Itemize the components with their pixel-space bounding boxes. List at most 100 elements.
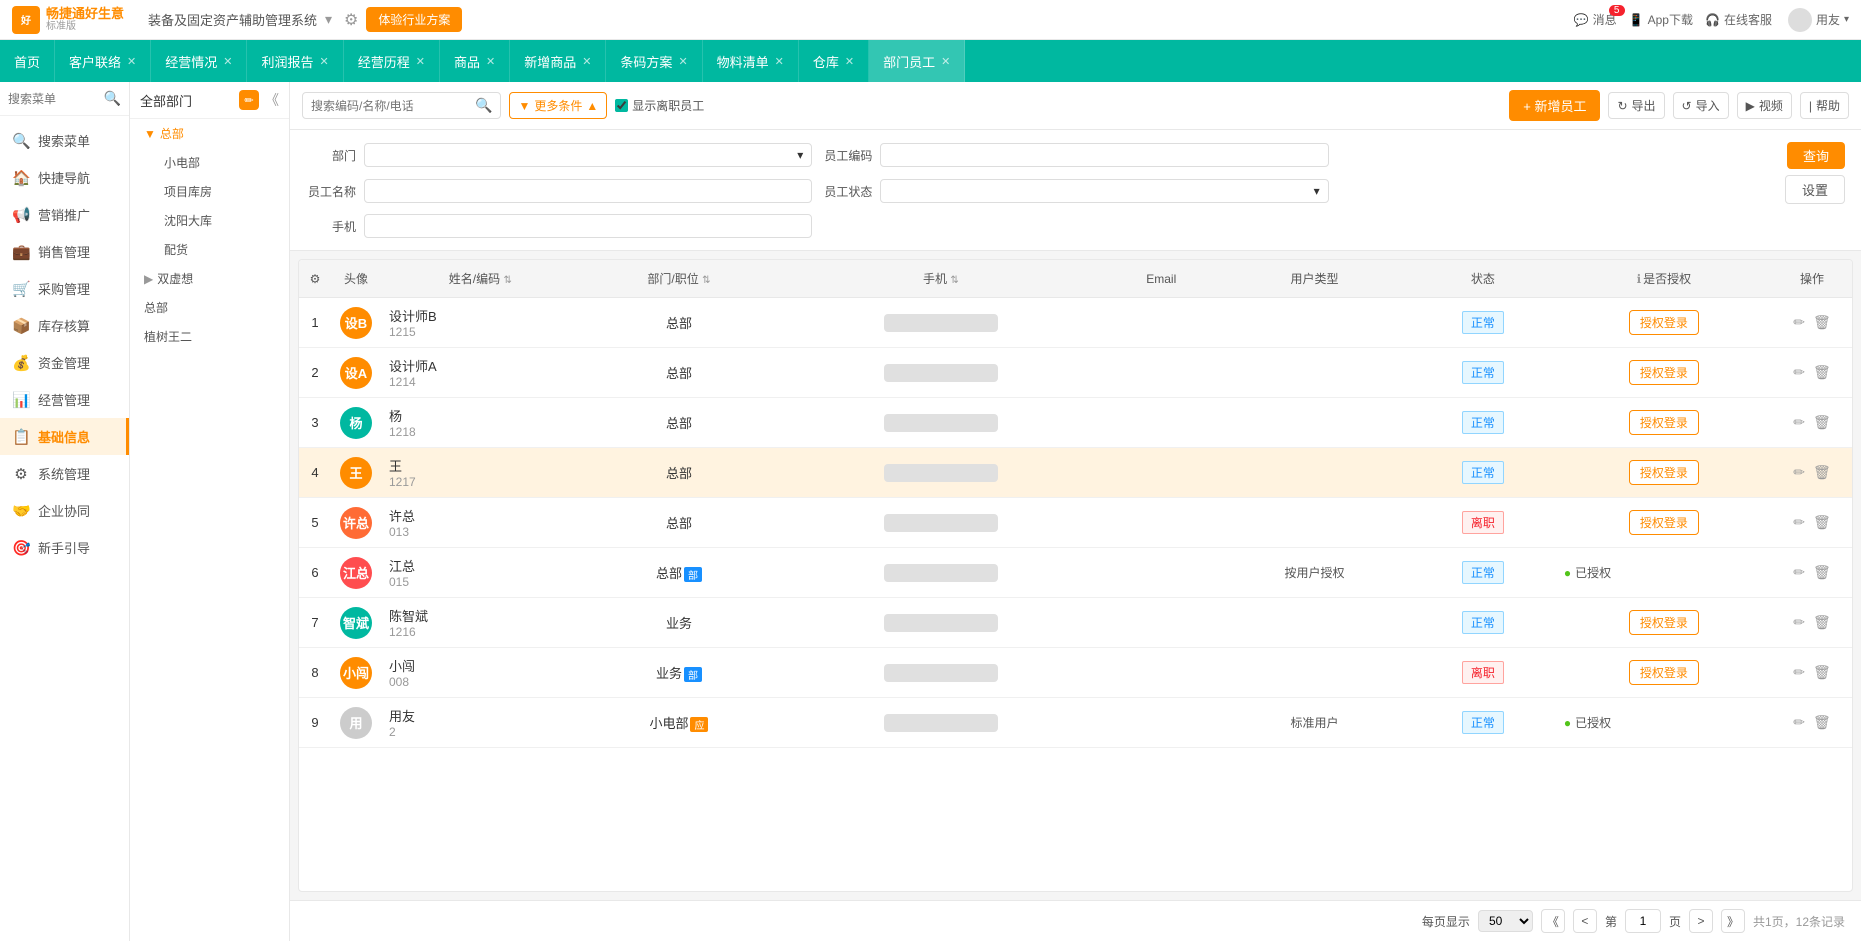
search-input[interactable] xyxy=(311,99,471,113)
status-filter-select[interactable]: ▾ xyxy=(880,179,1328,203)
nav-tab-goods[interactable]: 商品 ✕ xyxy=(440,40,510,82)
sidebar-search-input[interactable] xyxy=(8,92,100,106)
edit-icon[interactable]: ✏ xyxy=(1793,464,1805,481)
delete-icon[interactable]: 🗑 xyxy=(1813,714,1831,731)
goods-tab-close[interactable]: ✕ xyxy=(486,55,495,68)
bom-tab-close[interactable]: ✕ xyxy=(775,55,784,68)
phone-input[interactable] xyxy=(364,214,812,238)
show-resigned-checkbox-wrap[interactable]: 显示离职员工 xyxy=(615,97,704,114)
page-input[interactable] xyxy=(1625,909,1661,933)
nav-tab-profit[interactable]: 利润报告 ✕ xyxy=(247,40,343,82)
app-download-item[interactable]: 📱 App下载 xyxy=(1629,11,1693,28)
auth-login-button[interactable]: 授权登录 xyxy=(1629,610,1699,635)
customers-tab-close[interactable]: ✕ xyxy=(127,55,136,68)
auth-login-button[interactable]: 授权登录 xyxy=(1629,460,1699,485)
th-phone[interactable]: 手机 ⇅ xyxy=(778,260,1103,298)
sidebar-item-basic[interactable]: 📋 基础信息 xyxy=(0,418,129,455)
sidebar-item-purchase[interactable]: 🛒 采购管理 xyxy=(0,270,129,307)
nav-tab-customers[interactable]: 客户联络 ✕ xyxy=(55,40,151,82)
delete-icon[interactable]: 🗑 xyxy=(1813,414,1831,431)
th-dept[interactable]: 部门/职位 ⇅ xyxy=(580,260,779,298)
online-service-item[interactable]: 🎧 在线客服 xyxy=(1705,11,1772,28)
edit-icon[interactable]: ✏ xyxy=(1793,514,1805,531)
emp-code-input[interactable] xyxy=(880,143,1328,167)
add-employee-button[interactable]: + 新增员工 xyxy=(1509,90,1600,121)
delete-icon[interactable]: 🗑 xyxy=(1813,464,1831,481)
edit-icon[interactable]: ✏ xyxy=(1793,714,1805,731)
edit-icon[interactable]: ✏ xyxy=(1793,364,1805,381)
settings-icon[interactable]: ⚙ xyxy=(344,10,358,30)
nav-tab-barcode[interactable]: 条码方案 ✕ xyxy=(606,40,702,82)
dept-node-headquarters[interactable]: 总部 xyxy=(130,293,289,322)
delete-icon[interactable]: 🗑 xyxy=(1813,364,1831,381)
system-title-dropdown[interactable]: ▾ xyxy=(325,11,332,28)
new-goods-tab-close[interactable]: ✕ xyxy=(582,55,591,68)
nav-tab-operations[interactable]: 经营情况 ✕ xyxy=(151,40,247,82)
page-size-select[interactable]: 50 100 xyxy=(1478,910,1533,932)
sidebar-item-inventory[interactable]: 📦 库存核算 xyxy=(0,307,129,344)
first-page-btn[interactable]: 《 xyxy=(1541,909,1565,933)
show-resigned-checkbox[interactable] xyxy=(615,99,628,112)
delete-icon[interactable]: 🗑 xyxy=(1813,614,1831,631)
dept-node-shenyang[interactable]: 沈阳大库 xyxy=(150,206,289,235)
help-button[interactable]: | 帮助 xyxy=(1800,92,1849,119)
next-page-btn[interactable]: > xyxy=(1689,909,1713,933)
delete-icon[interactable]: 🗑 xyxy=(1813,664,1831,681)
dept-tree-collapse-icon[interactable]: 《 xyxy=(265,90,279,110)
dept-tree-edit-icon[interactable]: ✏ xyxy=(239,90,259,110)
more-filter-btn[interactable]: ▼ 更多条件 ▲ xyxy=(509,92,607,119)
sidebar-item-collab[interactable]: 🤝 企业协同 xyxy=(0,492,129,529)
sidebar-item-business[interactable]: 📊 经营管理 xyxy=(0,381,129,418)
emp-name-input[interactable] xyxy=(364,179,812,203)
dept-node-shipping[interactable]: 配货 xyxy=(150,235,289,264)
nav-tab-bom[interactable]: 物料清单 ✕ xyxy=(703,40,799,82)
delete-icon[interactable]: 🗑 xyxy=(1813,564,1831,581)
filter-setting-button[interactable]: 设置 xyxy=(1785,175,1845,204)
dept-node-project[interactable]: 项目库房 xyxy=(150,177,289,206)
profit-tab-close[interactable]: ✕ xyxy=(320,55,329,68)
export-button[interactable]: ↻ 导出 xyxy=(1608,92,1664,119)
delete-icon[interactable]: 🗑 xyxy=(1813,514,1831,531)
trial-button[interactable]: 体验行业方案 xyxy=(366,7,462,32)
delete-icon[interactable]: 🗑 xyxy=(1813,314,1831,331)
edit-icon[interactable]: ✏ xyxy=(1793,564,1805,581)
edit-icon[interactable]: ✏ xyxy=(1793,664,1805,681)
sidebar-item-finance[interactable]: 💰 资金管理 xyxy=(0,344,129,381)
sidebar-item-nav[interactable]: 🏠 快捷导航 xyxy=(0,159,129,196)
user-area[interactable]: 用友 ▾ xyxy=(1788,8,1849,32)
dept-staff-tab-close[interactable]: ✕ xyxy=(941,55,950,68)
video-button[interactable]: ▶ 视频 xyxy=(1737,92,1792,119)
auth-login-button[interactable]: 授权登录 xyxy=(1629,510,1699,535)
dept-node-all[interactable]: ▼ 总部 xyxy=(130,119,289,148)
sidebar-item-search[interactable]: 🔍 搜索菜单 xyxy=(0,122,129,159)
sidebar-item-system[interactable]: ⚙ 系统管理 xyxy=(0,455,129,492)
auth-login-button[interactable]: 授权登录 xyxy=(1629,660,1699,685)
last-page-btn[interactable]: 》 xyxy=(1721,909,1745,933)
search-button[interactable]: 查询 xyxy=(1787,142,1845,169)
sidebar-item-marketing[interactable]: 📢 营销推广 xyxy=(0,196,129,233)
search-icon[interactable]: 🔍 xyxy=(475,97,492,114)
edit-icon[interactable]: ✏ xyxy=(1793,614,1805,631)
dept-node-dual[interactable]: ▶ 双虚想 xyxy=(130,264,289,293)
nav-tab-warehouse[interactable]: 仓库 ✕ xyxy=(799,40,869,82)
auth-login-button[interactable]: 授权登录 xyxy=(1629,360,1699,385)
messages-icon-item[interactable]: 💬 消息 5 xyxy=(1574,11,1617,28)
import-button[interactable]: ↺ 导入 xyxy=(1673,92,1729,119)
nav-tab-dept-staff[interactable]: 部门员工 ✕ xyxy=(869,40,965,82)
sidebar-item-guide[interactable]: 🎯 新手引导 xyxy=(0,529,129,566)
nav-tab-new-goods[interactable]: 新增商品 ✕ xyxy=(510,40,606,82)
th-name[interactable]: 姓名/编码 ⇅ xyxy=(381,260,580,298)
prev-page-btn[interactable]: < xyxy=(1573,909,1597,933)
barcode-tab-close[interactable]: ✕ xyxy=(678,55,687,68)
edit-icon[interactable]: ✏ xyxy=(1793,414,1805,431)
operations-tab-close[interactable]: ✕ xyxy=(223,55,232,68)
auth-login-button[interactable]: 授权登录 xyxy=(1629,310,1699,335)
history-tab-close[interactable]: ✕ xyxy=(416,55,425,68)
dept-filter-select[interactable]: ▾ xyxy=(364,143,812,167)
dept-node-small-electric[interactable]: 小电部 xyxy=(150,148,289,177)
nav-tab-home[interactable]: 首页 xyxy=(0,40,55,82)
nav-tab-history[interactable]: 经营历程 ✕ xyxy=(344,40,440,82)
edit-icon[interactable]: ✏ xyxy=(1793,314,1805,331)
sidebar-item-sales[interactable]: 💼 销售管理 xyxy=(0,233,129,270)
dept-node-zhishu[interactable]: 植树王二 xyxy=(130,322,289,351)
